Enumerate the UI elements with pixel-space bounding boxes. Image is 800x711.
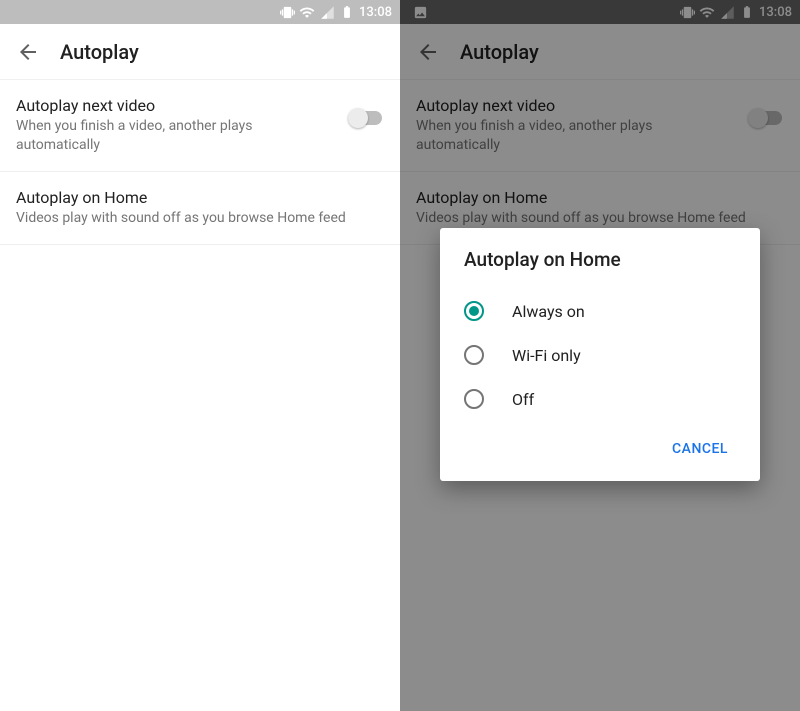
setting-autoplay-home[interactable]: Autoplay on Home Videos play with sound … xyxy=(0,172,400,245)
dialog-actions: CANCEL xyxy=(464,421,736,473)
radio-option-wifi-only[interactable]: Wi-Fi only xyxy=(464,333,736,377)
radio-icon xyxy=(464,345,484,365)
battery-icon xyxy=(339,4,355,20)
radio-option-always-on[interactable]: Always on xyxy=(464,289,736,333)
screen-settings-dialog: 13:08 Autoplay Autoplay next video When … xyxy=(400,0,800,711)
screen-settings: 13:08 Autoplay Autoplay next video When … xyxy=(0,0,400,711)
setting-subtitle: Videos play with sound off as you browse… xyxy=(16,209,384,228)
dialog-title: Autoplay on Home xyxy=(464,248,736,271)
setting-title: Autoplay on Home xyxy=(16,188,384,207)
setting-autoplay-next[interactable]: Autoplay next video When you finish a vi… xyxy=(0,80,400,172)
radio-icon xyxy=(464,389,484,409)
app-bar: Autoplay xyxy=(0,24,400,80)
setting-subtitle: When you finish a video, another plays a… xyxy=(16,117,336,155)
setting-text: Autoplay on Home Videos play with sound … xyxy=(16,188,384,228)
setting-text: Autoplay next video When you finish a vi… xyxy=(16,96,336,155)
radio-label: Wi-Fi only xyxy=(512,346,581,365)
signal-icon xyxy=(319,4,335,20)
radio-label: Always on xyxy=(512,302,585,321)
setting-title: Autoplay next video xyxy=(16,96,336,115)
radio-icon xyxy=(464,301,484,321)
switch-autoplay-next[interactable] xyxy=(348,108,384,128)
wifi-icon xyxy=(299,4,315,20)
back-button[interactable] xyxy=(8,32,48,72)
arrow-back-icon xyxy=(16,40,40,64)
dialog-autoplay-home: Autoplay on Home Always on Wi-Fi only Of… xyxy=(440,228,760,481)
page-title: Autoplay xyxy=(60,40,139,64)
status-time: 13:08 xyxy=(359,5,392,20)
radio-option-off[interactable]: Off xyxy=(464,377,736,421)
status-bar: 13:08 xyxy=(0,0,400,24)
cancel-button[interactable]: CANCEL xyxy=(664,433,736,465)
vibrate-icon xyxy=(279,4,295,20)
radio-label: Off xyxy=(512,390,534,409)
